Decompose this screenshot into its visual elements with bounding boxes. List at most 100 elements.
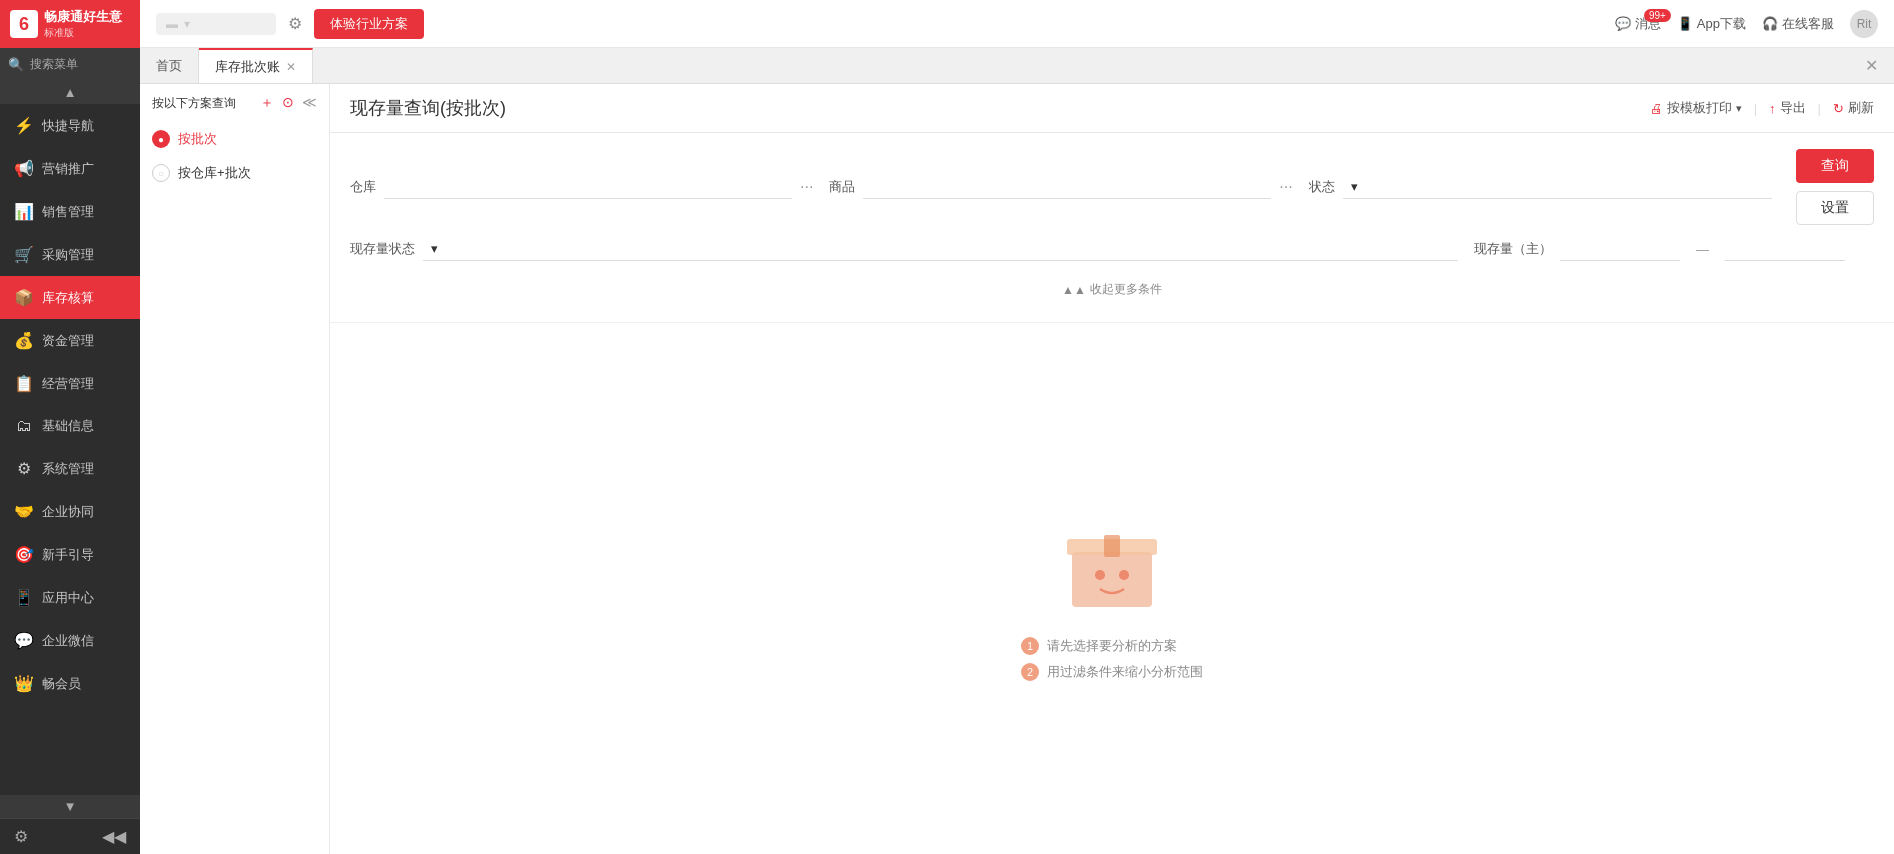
enterprise-icon: 🤝 — [14, 502, 34, 521]
settings-button[interactable]: 设置 — [1796, 191, 1874, 225]
inventory-status-label: 现存量状态 — [350, 240, 415, 258]
inventory-status-chevron: ▾ — [431, 241, 438, 256]
sidebar-item-label: 库存核算 — [42, 289, 94, 307]
online-service-button[interactable]: 🎧 在线客服 — [1762, 15, 1834, 33]
sales-icon: 📊 — [14, 202, 34, 221]
sidebar-item-apps[interactable]: 📱 应用中心 — [0, 576, 140, 619]
refresh-button[interactable]: ↻ 刷新 — [1833, 99, 1874, 117]
sidebar-item-members[interactable]: 👑 畅会员 — [0, 662, 140, 705]
app-download-label: App下载 — [1697, 15, 1746, 33]
svg-rect-2 — [1104, 535, 1120, 557]
sidebar-item-basic[interactable]: 🗂 基础信息 — [0, 405, 140, 447]
sidebar-item-inventory[interactable]: 📦 库存核算 — [0, 276, 140, 319]
print-icon: 🖨 — [1650, 101, 1663, 116]
export-button[interactable]: ↑ 导出 — [1769, 99, 1806, 117]
scroll-down-button[interactable]: ▼ — [0, 795, 140, 818]
plan-item-warehouse-batch[interactable]: ○ 按仓库+批次 — [140, 156, 329, 190]
sidebar-item-system[interactable]: ⚙ 系统管理 — [0, 447, 140, 490]
sidebar-item-operations[interactable]: 📋 经营管理 — [0, 362, 140, 405]
experience-button[interactable]: 体验行业方案 — [314, 9, 424, 39]
settings-plan-icon[interactable]: ⊙ — [282, 94, 294, 112]
tab-home-label: 首页 — [156, 57, 182, 75]
topbar-left: ▬ ▾ ⚙ 体验行业方案 — [156, 9, 424, 39]
sidebar-item-sales[interactable]: 📊 销售管理 — [0, 190, 140, 233]
inventory-status-dropdown[interactable]: ▾ — [423, 237, 1458, 261]
status-label: 状态 — [1309, 178, 1335, 196]
filter-inventory-status: 现存量状态 ▾ — [350, 237, 1458, 261]
sidebar-item-finance[interactable]: 💰 资金管理 — [0, 319, 140, 362]
app-subtitle: 标准版 — [44, 26, 122, 40]
topbar-gear-icon[interactable]: ⚙ — [288, 14, 302, 33]
collapse-panel-icon[interactable]: ≪ — [302, 94, 317, 112]
filter-goods: 商品 ··· — [829, 175, 1292, 199]
sidebar-item-label: 畅会员 — [42, 675, 81, 693]
filter-area: 仓库 ··· 商品 ··· 状态 ▾ — [330, 133, 1894, 323]
filter-row-2: 现存量状态 ▾ 现存量（主） — — [350, 237, 1874, 261]
warehouse-input[interactable] — [384, 175, 792, 199]
collapse-more-row[interactable]: ▲▲ 收起更多条件 — [350, 273, 1874, 306]
messages-button[interactable]: 💬 消息 99+ — [1615, 15, 1661, 33]
svg-point-4 — [1119, 570, 1129, 580]
sidebar-item-newbie[interactable]: 🎯 新手引导 — [0, 533, 140, 576]
goods-label: 商品 — [829, 178, 855, 196]
topbar-search-area[interactable]: ▬ ▾ — [156, 13, 276, 35]
sidebar-item-label: 基础信息 — [42, 417, 94, 435]
right-panel: 现存量查询(按批次) 🖨 按模板打印 ▾ | ↑ 导出 | ↻ — [330, 84, 1894, 854]
print-button[interactable]: 🖨 按模板打印 ▾ — [1650, 99, 1742, 117]
app-download-button[interactable]: 📱 App下载 — [1677, 15, 1746, 33]
sidebar-item-wechat[interactable]: 💬 企业微信 — [0, 619, 140, 662]
sidebar-header: 6 畅康通好生意 标准版 — [0, 0, 140, 48]
warehouse-dots-icon[interactable]: ··· — [800, 178, 813, 196]
sidebar-item-label: 营销推广 — [42, 160, 94, 178]
page-title: 现存量查询(按批次) — [350, 96, 506, 120]
query-button[interactable]: 查询 — [1796, 149, 1874, 183]
plan-item-batch[interactable]: ● 按批次 — [140, 122, 329, 156]
sidebar-item-marketing[interactable]: 📢 营销推广 — [0, 147, 140, 190]
print-dropdown-icon[interactable]: ▾ — [1736, 102, 1742, 115]
collapse-sidebar-icon[interactable]: ◀◀ — [102, 827, 126, 846]
left-panel: 按以下方案查询 ＋ ⊙ ≪ ● 按批次 ○ 按仓库+批次 — [140, 84, 330, 854]
status-dropdown[interactable]: ▾ — [1343, 175, 1772, 199]
export-label: 导出 — [1780, 99, 1806, 117]
sidebar-item-quick-nav[interactable]: ⚡ 快捷导航 — [0, 104, 140, 147]
user-menu[interactable]: Rit — [1850, 10, 1878, 38]
sidebar-item-label: 经营管理 — [42, 375, 94, 393]
sidebar: 6 畅康通好生意 标准版 🔍 搜索菜单 ▲ ⚡ 快捷导航 📢 营销推广 📊 销售… — [0, 0, 140, 854]
filter-query-actions: 查询 设置 — [1796, 149, 1874, 225]
tab-inventory-batch[interactable]: 库存批次账 ✕ — [199, 48, 313, 83]
sidebar-item-label: 企业微信 — [42, 632, 94, 650]
goods-dots-icon[interactable]: ··· — [1279, 178, 1292, 196]
hint-text-1: 请先选择要分析的方案 — [1047, 637, 1177, 655]
print-label: 按模板打印 — [1667, 99, 1732, 117]
marketing-icon: 📢 — [14, 159, 34, 178]
sidebar-bottom: ⚙ ◀◀ — [0, 818, 140, 854]
quantity-to-input[interactable] — [1725, 237, 1845, 261]
titlebar-actions: 🖨 按模板打印 ▾ | ↑ 导出 | ↻ 刷新 — [1650, 99, 1874, 117]
empty-illustration — [1052, 497, 1172, 617]
left-panel-actions: ＋ ⊙ ≪ — [260, 94, 317, 112]
basic-icon: 🗂 — [14, 417, 34, 435]
divider2: | — [1818, 101, 1821, 116]
sidebar-item-label: 资金管理 — [42, 332, 94, 350]
empty-text-group: 1 请先选择要分析的方案 2 用过滤条件来缩小分析范围 — [1021, 637, 1203, 681]
main-area: ▬ ▾ ⚙ 体验行业方案 💬 消息 99+ 📱 App下载 🎧 在线客服 — [140, 0, 1894, 854]
export-icon: ↑ — [1769, 101, 1776, 116]
filter-status: 状态 ▾ — [1309, 175, 1772, 199]
sidebar-search[interactable]: 🔍 搜索菜单 — [0, 48, 140, 81]
quantity-from-input[interactable] — [1560, 237, 1680, 261]
tab-close-main-icon[interactable]: ✕ — [1849, 56, 1894, 75]
add-plan-icon[interactable]: ＋ — [260, 94, 274, 112]
sidebar-item-enterprise[interactable]: 🤝 企业协同 — [0, 490, 140, 533]
quantity-dash: — — [1688, 242, 1717, 257]
scroll-up-button[interactable]: ▲ — [0, 81, 140, 104]
settings-icon[interactable]: ⚙ — [14, 827, 28, 846]
plan-label-warehouse-batch: 按仓库+批次 — [178, 164, 251, 182]
left-panel-header: 按以下方案查询 ＋ ⊙ ≪ — [140, 94, 329, 122]
app-title: 畅康通好生意 — [44, 8, 122, 26]
sidebar-item-purchase[interactable]: 🛒 采购管理 — [0, 233, 140, 276]
goods-input[interactable] — [863, 175, 1271, 199]
content-area: 按以下方案查询 ＋ ⊙ ≪ ● 按批次 ○ 按仓库+批次 现存量查询(按批次) — [140, 84, 1894, 854]
tab-home[interactable]: 首页 — [140, 48, 199, 83]
tab-close-icon[interactable]: ✕ — [286, 60, 296, 74]
topbar-search-dropdown: ▾ — [184, 17, 190, 31]
